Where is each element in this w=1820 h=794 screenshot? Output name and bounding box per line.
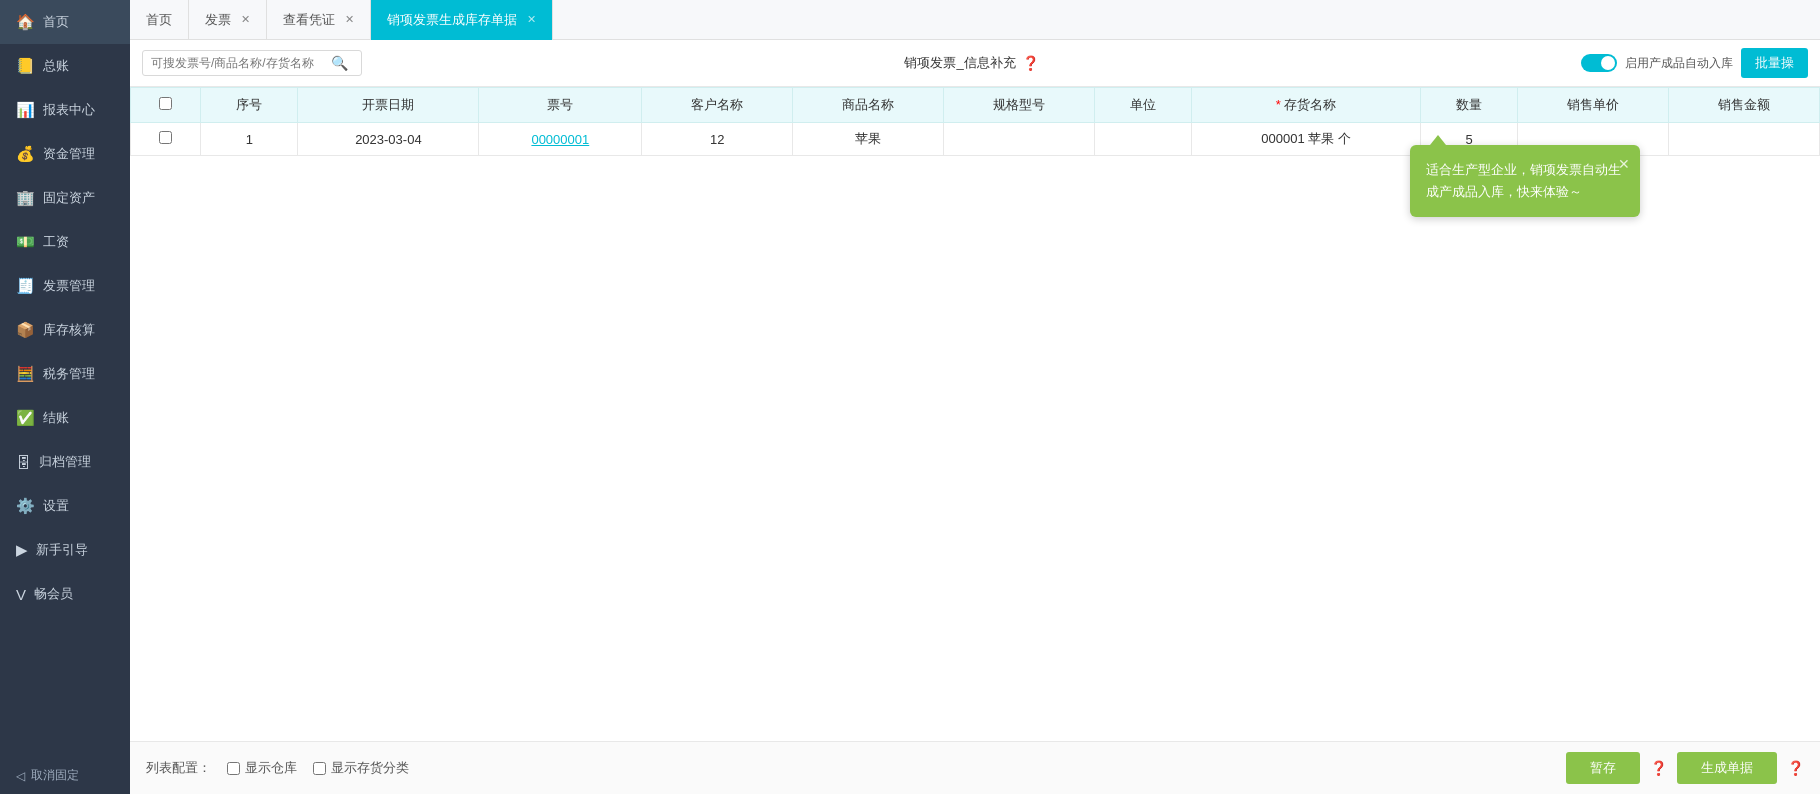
th-amount: 销售金额 <box>1669 88 1820 123</box>
toolbar-center: 销项发票_信息补充 ❓ <box>904 54 1038 72</box>
tab-stockreceipt[interactable]: 销项发票生成库存单据 ✕ <box>371 0 553 40</box>
archive-icon: 🗄 <box>16 454 31 471</box>
save-button[interactable]: 暂存 <box>1566 752 1640 784</box>
sidebar-item-tax[interactable]: 🧮 税务管理 <box>0 352 130 396</box>
table-header-row: 序号 开票日期 票号 客户名称 商品名称 规格型号 单位 存货名称 数量 销售单… <box>131 88 1820 123</box>
row-customer: 12 <box>642 123 793 156</box>
sidebar-item-settings[interactable]: ⚙️ 设置 <box>0 484 130 528</box>
search-icon[interactable]: 🔍 <box>331 55 348 71</box>
toolbar: 🔍 销项发票_信息补充 ❓ 启用产成品自动入库 批量操 <box>130 40 1820 87</box>
bottom-bar-right: 暂存 ❓ 生成单据 ❓ <box>1566 752 1804 784</box>
batch-button[interactable]: 批量操 <box>1741 48 1808 78</box>
tab-stockreceipt-close[interactable]: ✕ <box>527 13 536 26</box>
sidebar-item-home[interactable]: 🏠 首页 <box>0 0 130 44</box>
row-spec <box>944 123 1095 156</box>
save-info-icon[interactable]: ❓ <box>1650 760 1667 776</box>
search-input[interactable] <box>151 56 331 70</box>
bottom-bar-left: 列表配置： 显示仓库 显示存货分类 <box>146 759 409 777</box>
sidebar-item-fund[interactable]: 💰 资金管理 <box>0 132 130 176</box>
show-warehouse-label[interactable]: 显示仓库 <box>227 759 297 777</box>
generate-button[interactable]: 生成单据 <box>1677 752 1777 784</box>
row-amount <box>1669 123 1820 156</box>
home-icon: 🏠 <box>16 13 35 31</box>
th-spec: 规格型号 <box>944 88 1095 123</box>
center-label: 销项发票_信息补充 <box>904 54 1015 72</box>
auto-inbound-toggle[interactable] <box>1581 54 1617 72</box>
fixed-icon: 🏢 <box>16 189 35 207</box>
inventory-icon: 📦 <box>16 321 35 339</box>
tab-invoice-close[interactable]: ✕ <box>241 13 250 26</box>
th-seq: 序号 <box>201 88 298 123</box>
th-invoice-no: 票号 <box>479 88 642 123</box>
row-invoice-no[interactable]: 00000001 <box>479 123 642 156</box>
show-category-label[interactable]: 显示存货分类 <box>313 759 409 777</box>
tooltip-close-button[interactable]: ✕ <box>1618 153 1630 177</box>
salary-icon: 💵 <box>16 233 35 251</box>
bottom-bar: 列表配置： 显示仓库 显示存货分类 暂存 ❓ 生成单据 ❓ <box>130 741 1820 794</box>
sidebar-item-invoice[interactable]: 🧾 发票管理 <box>0 264 130 308</box>
th-inventory: 存货名称 <box>1192 88 1421 123</box>
fund-icon: 💰 <box>16 145 35 163</box>
sidebar-item-ledger[interactable]: 📒 总账 <box>0 44 130 88</box>
sidebar-item-salary[interactable]: 💵 工资 <box>0 220 130 264</box>
invoice-icon: 🧾 <box>16 277 35 295</box>
tooltip-box: ✕ 适合生产型企业，销项发票自动生成产成品入库，快来体验～ <box>1410 145 1640 217</box>
sidebar-item-fixed[interactable]: 🏢 固定资产 <box>0 176 130 220</box>
select-all-checkbox[interactable] <box>159 97 172 110</box>
unpin-button[interactable]: ◁ 取消固定 <box>0 757 130 794</box>
tab-voucher-close[interactable]: ✕ <box>345 13 354 26</box>
row-goods: 苹果 <box>793 123 944 156</box>
main-area: 首页 发票 ✕ 查看凭证 ✕ 销项发票生成库存单据 ✕ 🔍 销项发票_信息补充 <box>130 0 1820 794</box>
tab-voucher[interactable]: 查看凭证 ✕ <box>267 0 371 40</box>
tax-icon: 🧮 <box>16 365 35 383</box>
report-icon: 📊 <box>16 101 35 119</box>
info-icon[interactable]: ❓ <box>1022 55 1039 71</box>
page-content: 🔍 销项发票_信息补充 ❓ 启用产成品自动入库 批量操 序号 开票日 <box>130 40 1820 794</box>
row-seq: 1 <box>201 123 298 156</box>
generate-info-icon[interactable]: ❓ <box>1787 760 1804 776</box>
tooltip-text: 适合生产型企业，销项发票自动生成产成品入库，快来体验～ <box>1426 162 1621 199</box>
toolbar-left: 🔍 <box>142 50 362 76</box>
toolbar-right: 启用产成品自动入库 批量操 <box>1581 48 1808 78</box>
th-price: 销售单价 <box>1518 88 1669 123</box>
ledger-icon: 📒 <box>16 57 35 75</box>
row-inventory[interactable]: 000001 苹果 个 <box>1192 123 1421 156</box>
tab-invoice[interactable]: 发票 ✕ <box>189 0 267 40</box>
sidebar-item-report[interactable]: 📊 报表中心 <box>0 88 130 132</box>
show-category-checkbox[interactable] <box>313 762 326 775</box>
sidebar-item-settle[interactable]: ✅ 结账 <box>0 396 130 440</box>
th-goods: 商品名称 <box>793 88 944 123</box>
member-icon: V <box>16 586 26 603</box>
sidebar-item-guide[interactable]: ▶ 新手引导 <box>0 528 130 572</box>
th-customer: 客户名称 <box>642 88 793 123</box>
th-checkbox[interactable] <box>131 88 201 123</box>
row-unit <box>1095 123 1192 156</box>
row-select-checkbox[interactable] <box>159 131 172 144</box>
config-label: 列表配置： <box>146 759 211 777</box>
show-warehouse-checkbox[interactable] <box>227 762 240 775</box>
guide-icon: ▶ <box>16 541 28 559</box>
settle-icon: ✅ <box>16 409 35 427</box>
sidebar-item-archive[interactable]: 🗄 归档管理 <box>0 440 130 484</box>
th-unit: 单位 <box>1095 88 1192 123</box>
sidebar-item-inventory[interactable]: 📦 库存核算 <box>0 308 130 352</box>
toggle-label: 启用产成品自动入库 <box>1625 55 1733 72</box>
th-date: 开票日期 <box>298 88 479 123</box>
row-date: 2023-03-04 <box>298 123 479 156</box>
sidebar-item-member[interactable]: V 畅会员 <box>0 572 130 616</box>
settings-icon: ⚙️ <box>16 497 35 515</box>
row-checkbox[interactable] <box>131 123 201 156</box>
th-qty: 数量 <box>1420 88 1517 123</box>
tab-home[interactable]: 首页 <box>130 0 189 40</box>
tabs-bar: 首页 发票 ✕ 查看凭证 ✕ 销项发票生成库存单据 ✕ <box>130 0 1820 40</box>
sidebar: 🏠 首页 📒 总账 📊 报表中心 💰 资金管理 🏢 固定资产 💵 工资 🧾 发票… <box>0 0 130 794</box>
unpin-icon: ◁ <box>16 769 25 783</box>
search-box[interactable]: 🔍 <box>142 50 362 76</box>
